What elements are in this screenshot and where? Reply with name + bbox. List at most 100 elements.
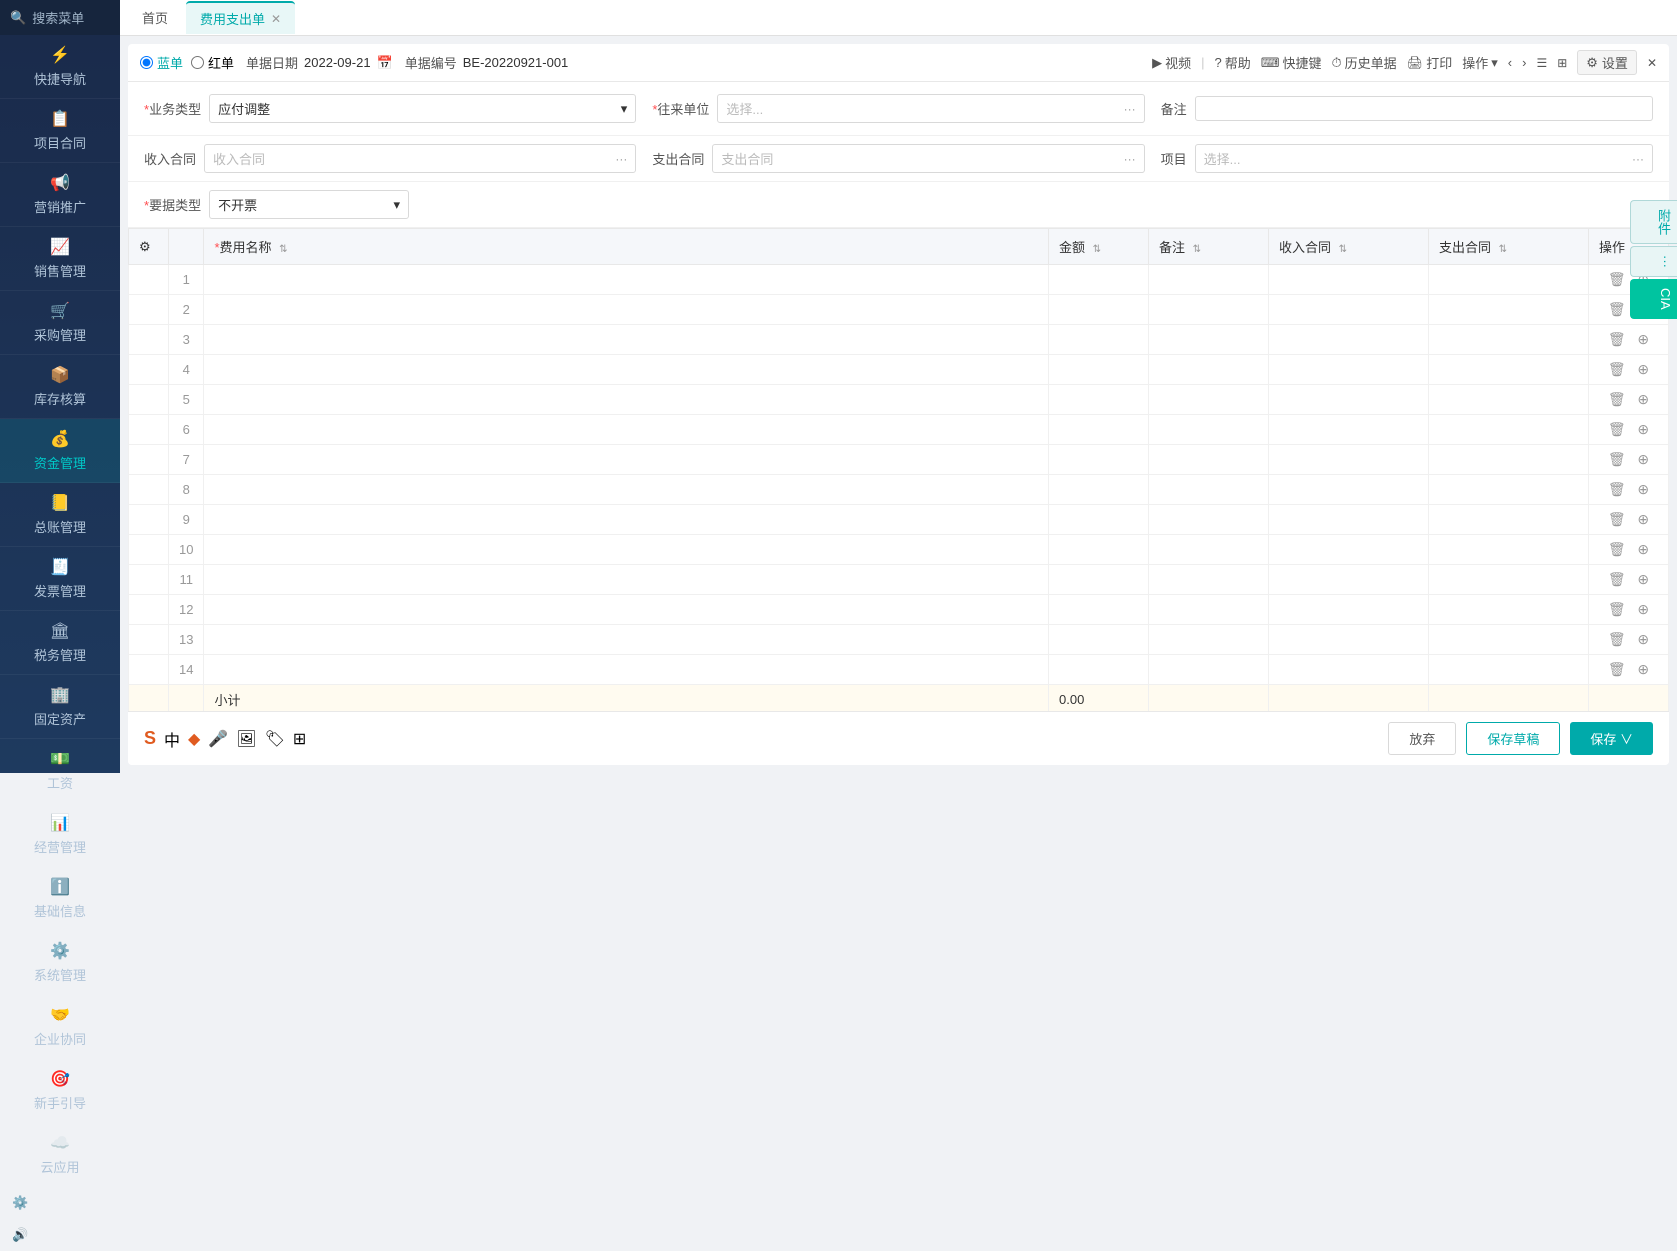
amount-cell-11[interactable] <box>1049 565 1149 595</box>
partner-input[interactable]: 选择... ··· <box>717 94 1144 123</box>
layout-btn2[interactable]: ⊞ <box>1557 56 1567 70</box>
income-contract-cell-7[interactable] <box>1269 445 1429 475</box>
tab-expense[interactable]: 费用支出单 ✕ <box>186 1 295 34</box>
income-contract-cell-12[interactable] <box>1269 595 1429 625</box>
expense-name-cell-1[interactable] <box>204 265 1049 295</box>
income-contract-cell-4[interactable] <box>1269 355 1429 385</box>
remark-input[interactable] <box>1195 96 1653 121</box>
image-icon[interactable]: 🖼 <box>236 729 256 749</box>
save-button[interactable]: 保存 ∨ <box>1570 722 1653 755</box>
copy-btn-8[interactable]: ⊕ <box>1633 479 1653 500</box>
layout-btn1[interactable]: ☰ <box>1536 56 1547 70</box>
income-contract-cell-10[interactable] <box>1269 535 1429 565</box>
amount-cell-10[interactable] <box>1049 535 1149 565</box>
expense-contract-cell-11[interactable] <box>1429 565 1589 595</box>
sidebar-item-quick-nav[interactable]: ⚡ 快捷导航 <box>0 35 120 99</box>
amount-cell-2[interactable] <box>1049 295 1149 325</box>
remark-cell-3[interactable] <box>1149 325 1269 355</box>
expense-contract-cell-9[interactable] <box>1429 505 1589 535</box>
expense-name-cell-14[interactable] <box>204 655 1049 685</box>
copy-btn-4[interactable]: ⊕ <box>1633 359 1653 380</box>
sidebar-item-new-guide[interactable]: 🎯 新手引导 <box>0 1059 120 1123</box>
business-type-select[interactable]: 应付调整 ▾ <box>209 94 636 123</box>
expense-contract-cell-10[interactable] <box>1429 535 1589 565</box>
video-btn[interactable]: ▶ 视频 <box>1152 53 1191 72</box>
remark-header[interactable]: 备注 ⇅ <box>1149 229 1269 265</box>
expense-name-cell-8[interactable] <box>204 475 1049 505</box>
amount-cell-8[interactable] <box>1049 475 1149 505</box>
delete-btn-6[interactable]: 🗑 <box>1604 419 1630 440</box>
brand-s-icon[interactable]: S <box>144 728 156 749</box>
nav-prev-btn[interactable]: ‹ <box>1508 55 1512 70</box>
expense-contract-cell-8[interactable] <box>1429 475 1589 505</box>
amount-cell-12[interactable] <box>1049 595 1149 625</box>
expense-name-header[interactable]: *费用名称 ⇅ <box>204 229 1049 265</box>
expense-contract-cell-12[interactable] <box>1429 595 1589 625</box>
expense-name-cell-3[interactable] <box>204 325 1049 355</box>
delete-btn-10[interactable]: 🗑 <box>1604 539 1630 560</box>
delete-btn-7[interactable]: 🗑 <box>1604 449 1630 470</box>
income-contract-header[interactable]: 收入合同 ⇅ <box>1269 229 1429 265</box>
sidebar-item-invoice[interactable]: 🧾 发票管理 <box>0 547 120 611</box>
sidebar-item-basic-info[interactable]: ℹ️ 基础信息 <box>0 867 120 931</box>
amount-header[interactable]: 金额 ⇅ <box>1049 229 1149 265</box>
remark-cell-13[interactable] <box>1149 625 1269 655</box>
sidebar-item-procurement[interactable]: 🛒 采购管理 <box>0 291 120 355</box>
copy-btn-6[interactable]: ⊕ <box>1633 419 1653 440</box>
expense-name-cell-11[interactable] <box>204 565 1049 595</box>
delete-btn-12[interactable]: 🗑 <box>1604 599 1630 620</box>
copy-btn-5[interactable]: ⊕ <box>1633 389 1653 410</box>
copy-btn-10[interactable]: ⊕ <box>1633 539 1653 560</box>
expense-contract-cell-4[interactable] <box>1429 355 1589 385</box>
sidebar-item-operations[interactable]: 📊 经营管理 <box>0 803 120 867</box>
invoice-type-select[interactable]: 不开票 ▾ <box>209 190 409 219</box>
red-bill-radio[interactable]: 红单 <box>191 53 234 72</box>
sidebar-item-fixed-assets[interactable]: 🏢 固定资产 <box>0 675 120 739</box>
delete-btn-2[interactable]: 🗑 <box>1604 299 1630 320</box>
remark-cell-8[interactable] <box>1149 475 1269 505</box>
delete-btn-14[interactable]: 🗑 <box>1604 659 1630 680</box>
remark-cell-4[interactable] <box>1149 355 1269 385</box>
expense-name-cell-12[interactable] <box>204 595 1049 625</box>
amount-cell-14[interactable] <box>1049 655 1149 685</box>
diamond-icon[interactable]: ◆ <box>188 729 200 749</box>
expense-contract-cell-1[interactable] <box>1429 265 1589 295</box>
expense-contract-input[interactable]: 支出合同 ··· <box>712 144 1144 173</box>
amount-cell-4[interactable] <box>1049 355 1149 385</box>
sidebar-item-inventory[interactable]: 📦 库存核算 <box>0 355 120 419</box>
discard-button[interactable]: 放弃 <box>1388 722 1456 755</box>
red-radio-input[interactable] <box>191 56 204 69</box>
delete-btn-5[interactable]: 🗑 <box>1604 389 1630 410</box>
expense-name-cell-9[interactable] <box>204 505 1049 535</box>
shortcut-btn[interactable]: ⌨ 快捷键 <box>1261 53 1322 72</box>
sidebar-item-tax[interactable]: 🏛 税务管理 <box>0 611 120 675</box>
attachment-tab[interactable]: 附件 <box>1630 200 1677 244</box>
sidebar-item-project-contract[interactable]: 📋 项目合同 <box>0 99 120 163</box>
tab-close-icon[interactable]: ✕ <box>271 12 281 26</box>
sidebar-item-marketing[interactable]: 📢 营销推广 <box>0 163 120 227</box>
income-contract-cell-6[interactable] <box>1269 415 1429 445</box>
income-contract-input[interactable]: 收入合同 ··· <box>204 144 636 173</box>
copy-btn-9[interactable]: ⊕ <box>1633 509 1653 530</box>
calendar-icon[interactable]: 📅 <box>377 55 393 71</box>
remark-cell-10[interactable] <box>1149 535 1269 565</box>
income-contract-cell-9[interactable] <box>1269 505 1429 535</box>
income-contract-cell-1[interactable] <box>1269 265 1429 295</box>
tab-home[interactable]: 首页 <box>128 2 182 33</box>
grid-icon[interactable]: ⊞ <box>293 729 306 749</box>
expense-contract-cell-14[interactable] <box>1429 655 1589 685</box>
delete-btn-8[interactable]: 🗑 <box>1604 479 1630 500</box>
expense-contract-cell-3[interactable] <box>1429 325 1589 355</box>
cia-tab[interactable]: CIA <box>1630 279 1677 319</box>
blue-radio-input[interactable] <box>140 56 153 69</box>
amount-cell-6[interactable] <box>1049 415 1149 445</box>
expense-name-cell-7[interactable] <box>204 445 1049 475</box>
sidebar-audio[interactable]: 🔊 <box>0 1219 120 1251</box>
save-draft-button[interactable]: 保存草稿 <box>1466 722 1560 755</box>
gear-col-header[interactable]: ⚙ <box>129 229 169 265</box>
remark-cell-2[interactable] <box>1149 295 1269 325</box>
income-contract-cell-5[interactable] <box>1269 385 1429 415</box>
income-contract-cell-13[interactable] <box>1269 625 1429 655</box>
chinese-icon[interactable]: 中 <box>164 727 180 751</box>
copy-btn-11[interactable]: ⊕ <box>1633 569 1653 590</box>
